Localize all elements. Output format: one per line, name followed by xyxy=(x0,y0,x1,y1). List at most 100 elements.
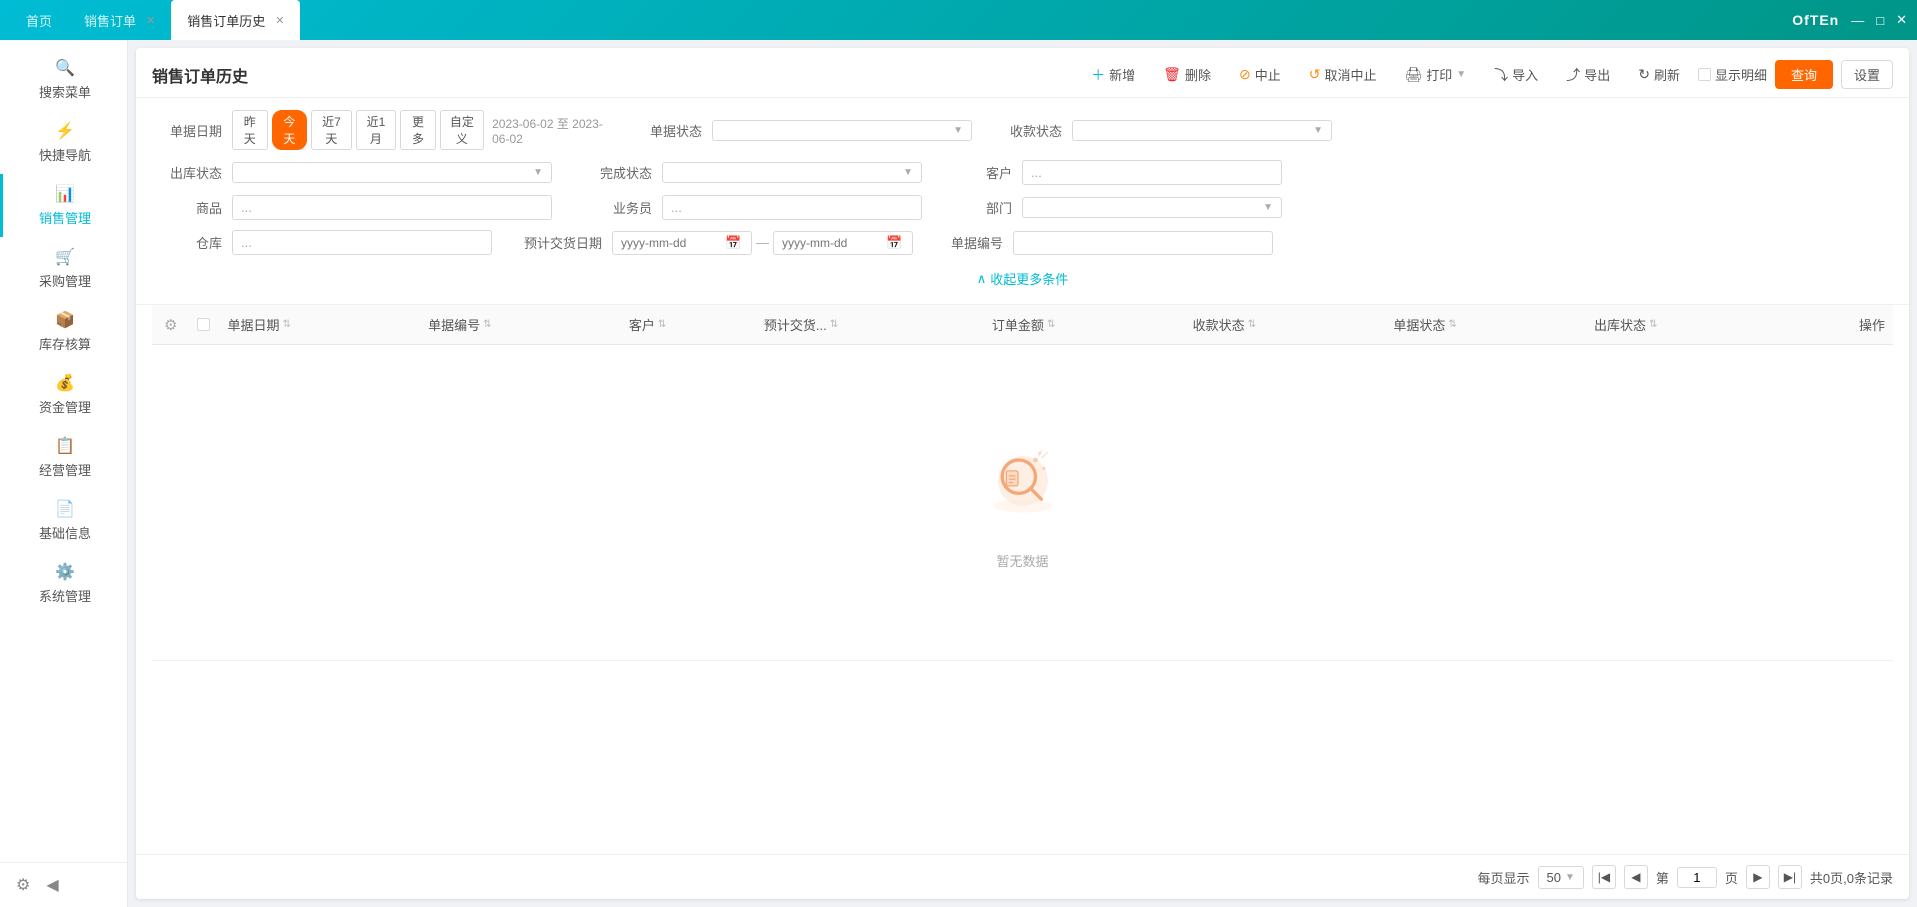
sidebar-item-finance[interactable]: 💰 资金管理 xyxy=(0,363,127,426)
th-warehouse-status-label: 出库状态 xyxy=(1594,315,1646,334)
doc-status-label: 单据状态 xyxy=(632,121,712,140)
delete-button[interactable]: 🗑 删除 xyxy=(1153,61,1221,88)
doc-status-select[interactable]: ▼ xyxy=(712,120,972,141)
th-payment-status[interactable]: 收款状态 ⇅ xyxy=(1185,305,1386,345)
display-toggle-checkbox[interactable] xyxy=(1698,68,1711,81)
column-settings-icon[interactable]: ⚙ xyxy=(160,313,181,338)
sales-mgmt-icon: 📊 xyxy=(55,184,75,204)
delivery-start-input[interactable]: 📅 xyxy=(612,231,752,255)
th-customer-label: 客户 xyxy=(629,315,655,334)
maximize-btn[interactable]: □ xyxy=(1876,13,1884,28)
new-button[interactable]: ＋ 新增 xyxy=(1081,61,1145,89)
sidebar-item-sales-mgmt[interactable]: 📊 销售管理 xyxy=(0,174,127,237)
tab-sales-order-history-close[interactable]: ✕ xyxy=(275,14,284,27)
import-button[interactable]: ⤵ 导入 xyxy=(1484,61,1548,89)
th-delivery-date[interactable]: 预计交货... ⇅ xyxy=(756,305,984,345)
payment-status-chevron-icon: ▼ xyxy=(1313,125,1323,136)
tab-sales-order-close[interactable]: ✕ xyxy=(146,14,155,27)
export-icon: ⤴ xyxy=(1566,65,1580,85)
minimize-btn[interactable]: — xyxy=(1851,13,1864,28)
top-bar: 首页 销售订单 ✕ 销售订单历史 ✕ OfTEn — □ ✕ xyxy=(0,0,1917,40)
query-button[interactable]: 查询 xyxy=(1775,60,1833,89)
payment-status-sort-icon: ⇅ xyxy=(1248,319,1256,330)
date-separator: — xyxy=(756,235,769,250)
th-order-amount[interactable]: 订单金额 ⇅ xyxy=(984,305,1185,345)
empty-state-cell: 暂无数据 xyxy=(152,345,1893,661)
delivery-end-input[interactable]: 📅 xyxy=(773,231,913,255)
goods-input[interactable]: ... xyxy=(232,195,552,220)
th-order-amount-label: 订单金额 xyxy=(992,315,1044,334)
brand-text: OfTEn xyxy=(1792,12,1839,28)
system-mgmt-icon: ⚙️ xyxy=(55,562,75,582)
date-btn-custom[interactable]: 自定义 xyxy=(440,110,484,150)
collapse-row[interactable]: ∧ 收起更多条件 xyxy=(152,265,1893,292)
department-select[interactable]: ▼ xyxy=(1022,197,1282,218)
sidebar-settings-icon[interactable]: ⚙ xyxy=(16,875,30,895)
tab-sales-order-history[interactable]: 销售订单历史 ✕ xyxy=(171,0,300,40)
th-checkbox xyxy=(189,305,219,345)
settings-button[interactable]: 设置 xyxy=(1841,60,1893,89)
doc-date-sort-icon: ⇅ xyxy=(282,319,290,330)
date-btn-more[interactable]: 更多 xyxy=(400,110,436,150)
date-btn-today[interactable]: 今天 xyxy=(272,110,308,150)
th-customer[interactable]: 客户 ⇅ xyxy=(621,305,756,345)
delete-icon: 🗑 xyxy=(1163,66,1181,83)
collapse-label: 收起更多条件 xyxy=(990,269,1068,288)
delivery-end-field[interactable] xyxy=(782,236,882,250)
sidebar-item-inventory[interactable]: 📦 库存核算 xyxy=(0,300,127,363)
select-all-checkbox[interactable] xyxy=(197,318,210,331)
doc-number-input[interactable] xyxy=(1013,231,1273,255)
page-word: 第 xyxy=(1656,868,1669,887)
total-text: 共0页,0条记录 xyxy=(1810,868,1893,887)
first-page-btn[interactable]: |◀ xyxy=(1592,865,1616,889)
tab-sales-order[interactable]: 销售订单 ✕ xyxy=(68,0,171,40)
collapse-up-icon: ∧ xyxy=(977,271,987,287)
sidebar-collapse-icon[interactable]: ◀ xyxy=(46,875,58,895)
export-button[interactable]: ⤴ 导出 xyxy=(1556,61,1620,89)
sidebar-item-operations[interactable]: 📋 经营管理 xyxy=(0,426,127,489)
sidebar-item-search-menu[interactable]: 🔍 搜索菜单 xyxy=(0,48,127,111)
th-warehouse-status[interactable]: 出库状态 ⇅ xyxy=(1586,305,1787,345)
customer-label: 客户 xyxy=(942,163,1022,182)
page-title: 销售订单历史 xyxy=(152,63,248,87)
sidebar-item-sales-mgmt-label: 销售管理 xyxy=(39,208,91,227)
filter-area: 单据日期 昨天 今天 近7天 近1月 更多 自定义 2023-06-02 至 2… xyxy=(136,98,1909,305)
payment-status-select[interactable]: ▼ xyxy=(1072,120,1332,141)
table-area: ⚙ 单据日期 ⇅ 单据编号 xyxy=(136,305,1909,854)
warehouse-status-select[interactable]: ▼ xyxy=(232,162,552,183)
sidebar-item-purchase-mgmt[interactable]: 🛒 采购管理 xyxy=(0,237,127,300)
sidebar-item-quick-nav[interactable]: ⚡ 快捷导航 xyxy=(0,111,127,174)
th-doc-status-label: 单据状态 xyxy=(1393,315,1445,334)
page-number-input[interactable] xyxy=(1677,867,1717,888)
date-btn-yesterday[interactable]: 昨天 xyxy=(232,110,268,150)
cancel-stop-button[interactable]: ↺ 取消中止 xyxy=(1299,61,1387,88)
refresh-button[interactable]: ↻ 刷新 xyxy=(1628,61,1690,88)
th-payment-status-label: 收款状态 xyxy=(1193,315,1245,334)
date-btn-last7[interactable]: 近7天 xyxy=(311,110,351,150)
close-btn[interactable]: ✕ xyxy=(1896,12,1907,28)
sidebar-item-system-mgmt[interactable]: ⚙️ 系统管理 xyxy=(0,552,127,615)
next-page-btn[interactable]: ▶ xyxy=(1746,865,1770,889)
main-layout: 🔍 搜索菜单 ⚡ 快捷导航 📊 销售管理 🛒 采购管理 📦 库存核算 💰 资金管… xyxy=(0,40,1917,907)
th-doc-number[interactable]: 单据编号 ⇅ xyxy=(420,305,621,345)
prev-page-btn[interactable]: ◀ xyxy=(1624,865,1648,889)
page-header: 销售订单历史 ＋ 新增 🗑 删除 ⊘ 中止 ↺ 取消中止 xyxy=(136,48,1909,98)
complete-status-select[interactable]: ▼ xyxy=(662,162,922,183)
sidebar-item-base-info[interactable]: 📄 基础信息 xyxy=(0,489,127,552)
stop-button[interactable]: ⊘ 中止 xyxy=(1229,61,1291,88)
th-doc-date[interactable]: 单据日期 ⇅ xyxy=(219,305,420,345)
tab-home[interactable]: 首页 xyxy=(10,0,68,40)
print-button[interactable]: 🖨 打印 ▼ xyxy=(1394,61,1476,88)
date-btn-last-month[interactable]: 近1月 xyxy=(356,110,396,150)
customer-sort-icon: ⇅ xyxy=(658,319,666,330)
last-page-btn[interactable]: ▶| xyxy=(1778,865,1802,889)
warehouse-input[interactable]: ... xyxy=(232,230,492,255)
doc-number-sort-icon: ⇅ xyxy=(483,319,491,330)
salesperson-input[interactable]: ... xyxy=(662,195,922,220)
delivery-start-field[interactable] xyxy=(621,236,721,250)
th-doc-status[interactable]: 单据状态 ⇅ xyxy=(1385,305,1586,345)
page-size-select[interactable]: 50 ▼ xyxy=(1538,866,1584,889)
complete-status-label: 完成状态 xyxy=(582,163,662,182)
customer-input[interactable]: ... xyxy=(1022,160,1282,185)
export-label: 导出 xyxy=(1584,65,1610,84)
